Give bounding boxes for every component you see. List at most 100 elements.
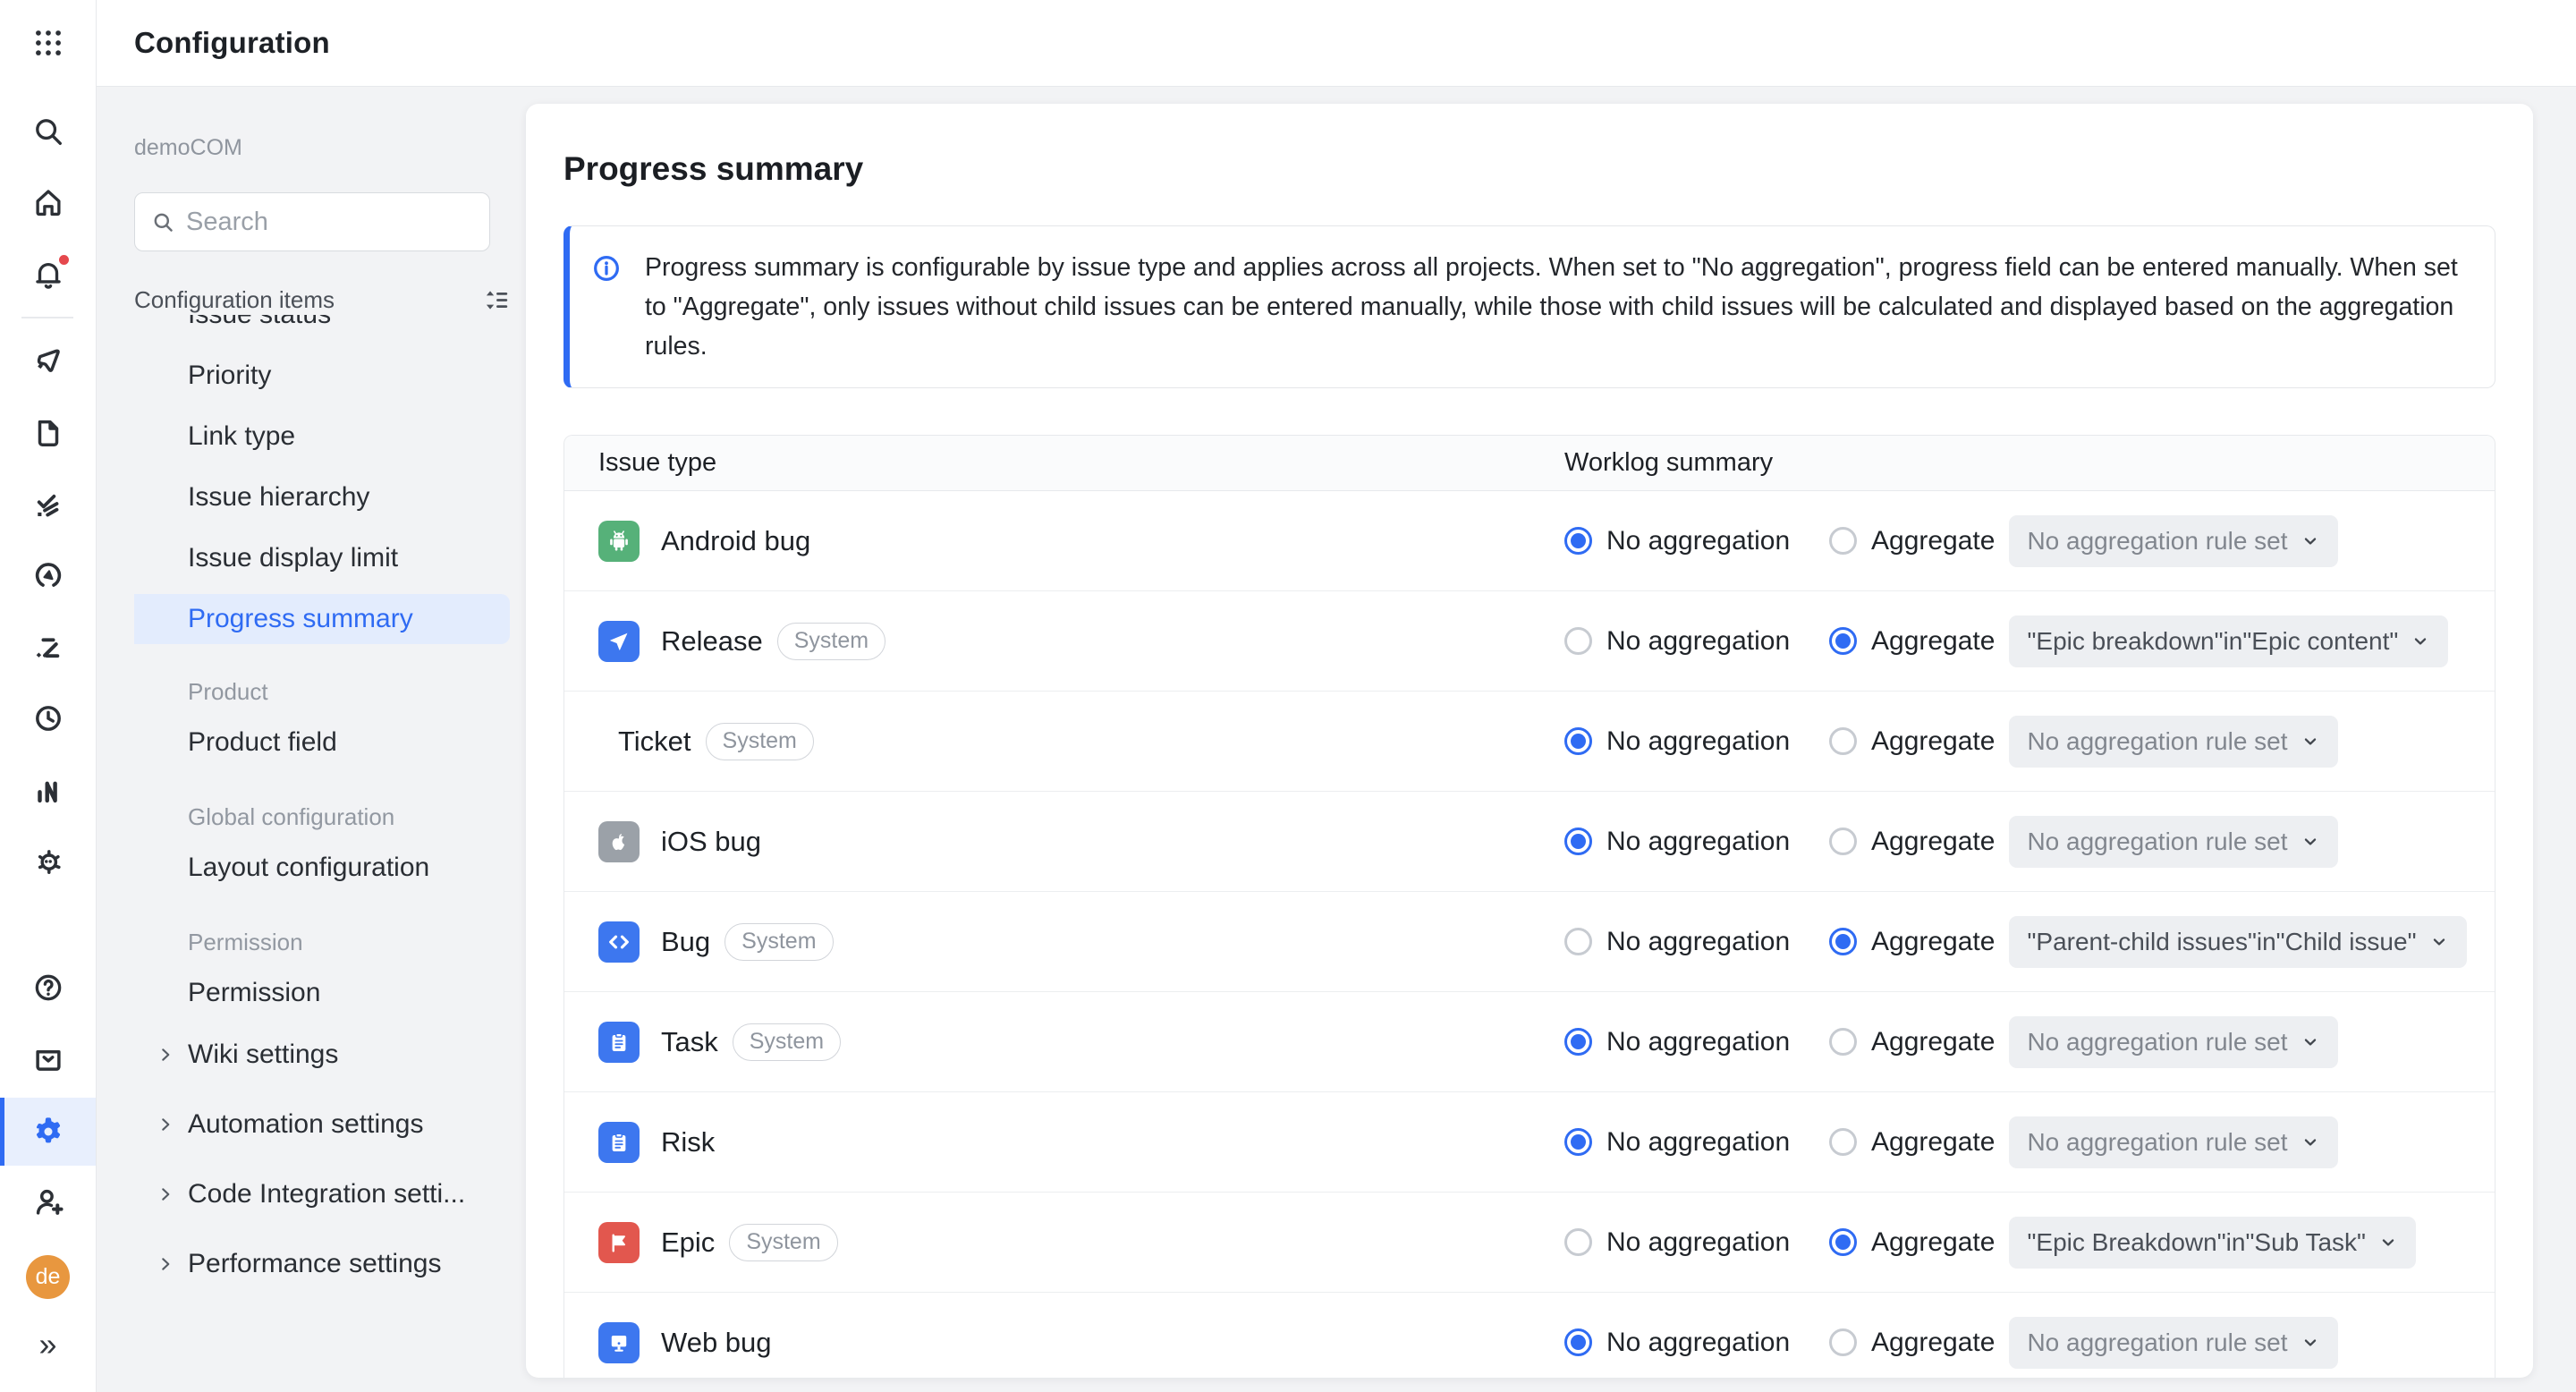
radio-icon[interactable] xyxy=(1564,1128,1592,1156)
app-grid-icon[interactable] xyxy=(0,9,96,77)
radio-icon[interactable] xyxy=(1829,1228,1857,1256)
sidebar-item-progress-summary[interactable]: Progress summary xyxy=(134,594,510,644)
test-icon[interactable] xyxy=(0,827,96,895)
table-row: Release System No aggregation Aggregate … xyxy=(564,591,2495,692)
no-aggregation-radio[interactable]: No aggregation xyxy=(1564,827,1829,857)
home-icon[interactable] xyxy=(0,168,96,236)
sidebar-item-issue-display-limit[interactable]: Issue display limit xyxy=(134,528,510,589)
system-badge: System xyxy=(729,1223,838,1261)
aggregation-rule-dropdown[interactable]: No aggregation rule set xyxy=(2009,715,2338,768)
sidebar-group-global-configuration: Global configuration xyxy=(188,802,395,830)
notifications-icon[interactable] xyxy=(0,241,96,309)
aggregate-radio[interactable]: Aggregate xyxy=(1829,726,1995,757)
invite-member-icon[interactable] xyxy=(0,1168,96,1236)
no-aggregation-radio[interactable]: No aggregation xyxy=(1564,1127,1829,1158)
app-rail: de » xyxy=(0,0,97,1392)
no-aggregation-radio[interactable]: No aggregation xyxy=(1564,726,1829,757)
collapse-rail-icon[interactable]: » xyxy=(0,1313,96,1381)
radio-icon[interactable] xyxy=(1829,627,1857,655)
feedback-icon[interactable] xyxy=(0,1025,96,1093)
no-aggregation-radio[interactable]: No aggregation xyxy=(1564,1227,1829,1258)
sidebar-item-issue-status[interactable]: Issue status xyxy=(134,315,510,345)
rail-divider xyxy=(21,317,73,318)
sort-icon[interactable] xyxy=(482,286,510,314)
sidebar-item-layout-configuration[interactable]: Layout configuration xyxy=(134,841,510,895)
aggregation-rule-dropdown[interactable]: "Parent-child issues"in"Child issue" xyxy=(2009,915,2467,968)
sidebar-item-wiki-settings[interactable]: Wiki settings xyxy=(134,1020,510,1090)
workflow-icon[interactable] xyxy=(0,614,96,682)
aggregate-radio[interactable]: Aggregate xyxy=(1829,1227,1995,1258)
no-aggregation-radio[interactable]: No aggregation xyxy=(1564,626,1829,657)
sidebar-item-automation-settings[interactable]: Automation settings xyxy=(134,1090,510,1159)
okr-icon[interactable] xyxy=(0,541,96,609)
radio-icon[interactable] xyxy=(1564,727,1592,755)
radio-icon[interactable] xyxy=(1829,527,1857,555)
aggregation-rule-value: No aggregation rule set xyxy=(2027,1328,2288,1356)
aggregation-rule-dropdown[interactable]: No aggregation rule set xyxy=(2009,1015,2338,1068)
approvals-icon[interactable] xyxy=(0,471,96,539)
sidebar-item-priority[interactable]: Priority xyxy=(134,345,510,406)
aggregate-radio[interactable]: Aggregate xyxy=(1829,626,1995,657)
radio-icon[interactable] xyxy=(1564,1328,1592,1356)
aggregate-radio[interactable]: Aggregate xyxy=(1829,927,1995,957)
no-aggregation-radio[interactable]: No aggregation xyxy=(1564,927,1829,957)
radio-icon[interactable] xyxy=(1564,828,1592,855)
aggregate-radio[interactable]: Aggregate xyxy=(1829,1127,1995,1158)
user-avatar[interactable]: de xyxy=(0,1243,96,1311)
no-aggregation-radio[interactable]: No aggregation xyxy=(1564,526,1829,556)
workspace-name: demoCOM xyxy=(134,135,242,160)
sidebar-item-permission[interactable]: Permission xyxy=(134,966,510,1020)
sidebar-item-link-type[interactable]: Link type xyxy=(134,406,510,467)
radio-icon[interactable] xyxy=(1564,1228,1592,1256)
search-input-icon xyxy=(154,213,173,232)
settings-icon[interactable] xyxy=(0,1098,96,1166)
aggregate-radio[interactable]: Aggregate xyxy=(1829,827,1995,857)
sidebar-group-product: Product xyxy=(188,677,268,705)
radio-icon[interactable] xyxy=(1829,828,1857,855)
clipboard-icon xyxy=(598,1021,640,1063)
sidebar-search[interactable] xyxy=(134,192,490,251)
chevron-down-icon xyxy=(2382,1238,2394,1246)
sidebar-item-performance-settings[interactable]: Performance settings xyxy=(134,1229,510,1299)
info-icon xyxy=(591,253,622,288)
radio-icon[interactable] xyxy=(1829,928,1857,955)
search-input[interactable] xyxy=(186,207,473,237)
help-icon[interactable] xyxy=(0,954,96,1022)
sidebar-item-issue-hierarchy[interactable]: Issue hierarchy xyxy=(134,467,510,528)
aggregate-radio[interactable]: Aggregate xyxy=(1829,1027,1995,1057)
aggregate-radio[interactable]: Aggregate xyxy=(1829,1328,1995,1358)
system-badge: System xyxy=(732,1023,842,1061)
radio-icon[interactable] xyxy=(1564,928,1592,955)
issue-type-name: iOS bug xyxy=(661,825,762,857)
chevron-down-icon xyxy=(2304,1338,2316,1346)
file-export-icon[interactable] xyxy=(0,398,96,466)
system-badge: System xyxy=(776,622,886,660)
no-aggregation-radio[interactable]: No aggregation xyxy=(1564,1027,1829,1057)
radio-icon[interactable] xyxy=(1829,1028,1857,1056)
radio-icon[interactable] xyxy=(1829,727,1857,755)
radio-icon[interactable] xyxy=(1829,1328,1857,1356)
aggregation-rule-dropdown[interactable]: No aggregation rule set xyxy=(2009,1316,2338,1369)
chevron-right-icon xyxy=(162,1188,170,1201)
aggregation-rule-dropdown[interactable]: No aggregation rule set xyxy=(2009,514,2338,567)
no-aggregation-radio[interactable]: No aggregation xyxy=(1564,1328,1829,1358)
aggregation-rule-dropdown[interactable]: "Epic breakdown"in"Epic content" xyxy=(2009,615,2449,667)
report-icon[interactable] xyxy=(0,756,96,824)
sidebar-group-permission: Permission xyxy=(188,928,303,955)
aggregation-rule-dropdown[interactable]: No aggregation rule set xyxy=(2009,815,2338,868)
delivery-icon[interactable] xyxy=(0,327,96,395)
time-icon[interactable] xyxy=(0,684,96,752)
aggregate-radio[interactable]: Aggregate xyxy=(1829,526,1995,556)
table-row: Epic System No aggregation Aggregate "Ep… xyxy=(564,1193,2495,1293)
table-header-row: Issue type Worklog summary xyxy=(564,436,2495,491)
aggregation-rule-dropdown[interactable]: No aggregation rule set xyxy=(2009,1116,2338,1168)
radio-icon[interactable] xyxy=(1564,627,1592,655)
radio-icon[interactable] xyxy=(1564,1028,1592,1056)
radio-icon[interactable] xyxy=(1564,527,1592,555)
sidebar-item-pipeline-integration-se[interactable]: Pipeline Integration se... xyxy=(134,1299,510,1303)
radio-icon[interactable] xyxy=(1829,1128,1857,1156)
search-icon[interactable] xyxy=(0,98,96,166)
sidebar-item-product-field[interactable]: Product field xyxy=(134,716,510,769)
aggregation-rule-dropdown[interactable]: "Epic Breakdown"in"Sub Task" xyxy=(2009,1216,2416,1269)
sidebar-item-code-integration-setti[interactable]: Code Integration setti... xyxy=(134,1159,510,1229)
